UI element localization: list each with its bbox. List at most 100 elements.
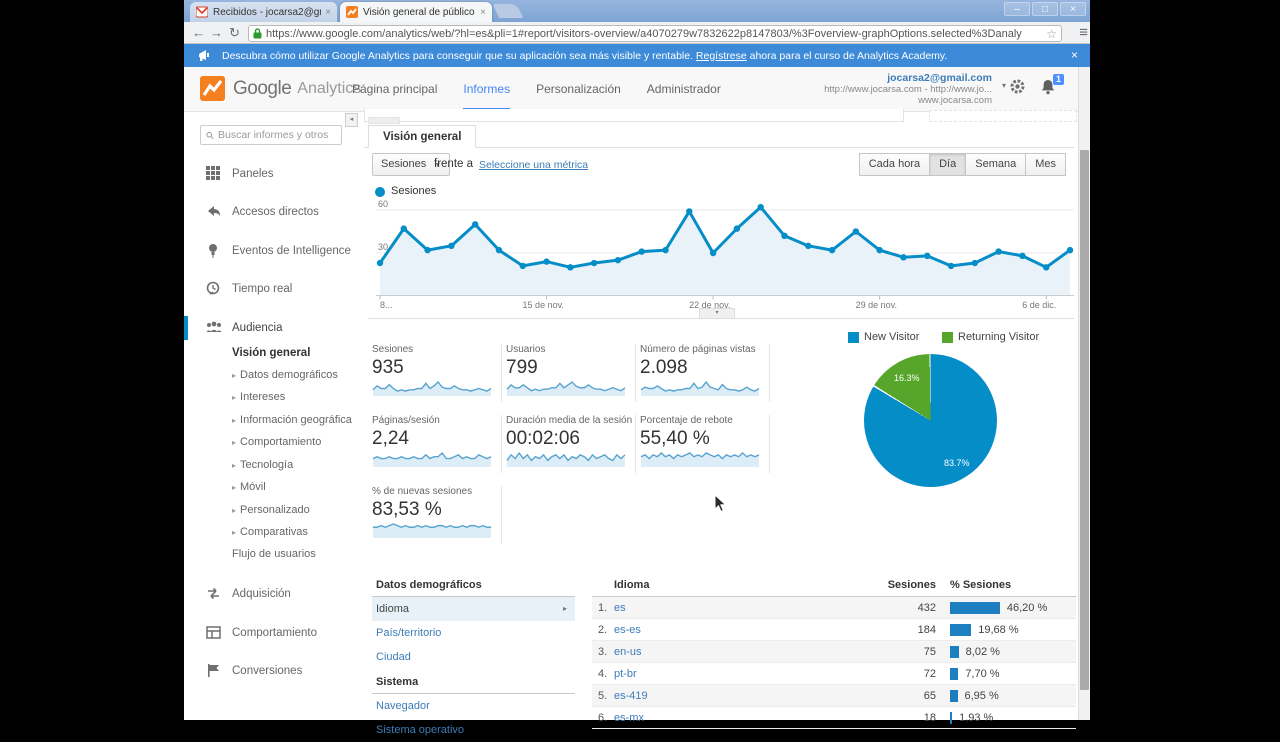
- language-link[interactable]: pt-br: [614, 668, 852, 680]
- table-row: 6. es-mx 18 1,93 %: [592, 707, 1076, 729]
- account-caret-icon[interactable]: ▾: [1002, 81, 1006, 90]
- language-link[interactable]: es-mx: [614, 712, 852, 724]
- sidebar-item-conversiones[interactable]: Conversiones: [184, 659, 360, 683]
- sidebar-item-información-geográfica[interactable]: ▸ Información geográfica: [232, 414, 352, 426]
- visitor-type-pie-chart[interactable]: [864, 354, 997, 487]
- sidebar-item-móvil[interactable]: ▸ Móvil: [232, 481, 266, 493]
- row-rank: 6.: [598, 711, 608, 724]
- demo-link-ciudad[interactable]: Ciudad: [372, 645, 575, 669]
- sidebar-item-comportamiento[interactable]: ▸ Comportamiento: [232, 436, 321, 448]
- browser-window: Recibidos - jocarsa2@gm... × Visión gene…: [184, 0, 1090, 736]
- sidebar-item-paneles[interactable]: Paneles: [184, 162, 360, 186]
- sidebar-collapse-icon[interactable]: ◂: [345, 113, 358, 127]
- col-idioma[interactable]: Idioma: [592, 579, 852, 591]
- new-tab-button[interactable]: [492, 4, 524, 18]
- tab-vision-general[interactable]: Visión general: [368, 125, 477, 148]
- banner-close-icon[interactable]: ×: [1071, 48, 1078, 62]
- demo-link-idioma[interactable]: Idioma ▸: [372, 597, 575, 621]
- metric-label: Número de páginas vistas: [640, 344, 756, 355]
- col-sesiones[interactable]: Sesiones: [852, 579, 936, 591]
- sidebar-search[interactable]: [200, 125, 342, 145]
- ga-top-nav: Página principal Informes Personalización A…: [352, 67, 721, 112]
- pie-legend-new[interactable]: New Visitor: [848, 331, 919, 343]
- sidebar-item-audiencia[interactable]: Audiencia: [184, 316, 360, 340]
- banner-register-link[interactable]: Regístrese: [696, 50, 747, 62]
- granularity-mes[interactable]: Mes: [1025, 153, 1066, 176]
- sidebar-item-vision-general[interactable]: Visión general: [232, 347, 310, 359]
- restore-button[interactable]: □: [1032, 2, 1058, 16]
- sessions-value: 75: [923, 645, 936, 658]
- granularity-cada-hora[interactable]: Cada hora: [858, 153, 931, 176]
- metric-label: Páginas/sesión: [372, 415, 440, 426]
- sidebar-item-tiempo-real[interactable]: Tiempo real: [184, 277, 360, 301]
- forward-button[interactable]: →: [210, 25, 223, 41]
- metric-card-5[interactable]: Duración media de la sesión 00:02:06: [506, 415, 636, 473]
- shortcuts-icon: [208, 206, 220, 216]
- page-scrollbar[interactable]: [1078, 67, 1090, 720]
- tab-close-icon[interactable]: ×: [480, 7, 486, 18]
- percent-value: 19,68 %: [978, 623, 1019, 636]
- language-link[interactable]: es-es: [614, 624, 852, 636]
- back-button[interactable]: ←: [192, 25, 205, 41]
- metric-value: 935: [372, 357, 404, 378]
- metric-value: 55,40 %: [640, 428, 710, 449]
- gmail-icon: [196, 6, 208, 18]
- demo-link-navegador[interactable]: Navegador: [372, 694, 575, 718]
- pie-legend-returning[interactable]: Returning Visitor: [942, 331, 1039, 343]
- demo-link-sistema-operativo[interactable]: Sistema operativo: [372, 718, 575, 742]
- select-metric-link[interactable]: Seleccione una métrica: [479, 159, 588, 171]
- language-link[interactable]: es: [614, 602, 852, 614]
- nav-personalización[interactable]: Personalización: [536, 67, 621, 112]
- sidebar-item-personalizado[interactable]: ▸ Personalizado: [232, 504, 310, 516]
- sidebar-item-comparativas[interactable]: ▸ Comparativas: [232, 526, 308, 538]
- col-pct-sesiones[interactable]: % Sesiones: [936, 579, 1076, 591]
- report-header-remnant: [364, 109, 904, 122]
- tab-analytics[interactable]: Visión general de público ×: [340, 2, 492, 22]
- reload-button[interactable]: ↻: [229, 25, 240, 41]
- sidebar-item-accesos-directos[interactable]: Accesos directos: [184, 200, 360, 224]
- metric-card-7[interactable]: % de nuevas sesiones 83,53 %: [372, 486, 502, 544]
- granularity-semana[interactable]: Semana: [965, 153, 1027, 176]
- sidebar-item-flujo-de-usuarios[interactable]: Flujo de usuarios: [232, 548, 316, 560]
- sidebar-item-adquisición[interactable]: Adquisición: [184, 582, 360, 606]
- granularity-día[interactable]: Día: [929, 153, 967, 176]
- legend-swatch-new-visitor: [848, 331, 859, 343]
- y-tick-label: 60: [378, 199, 389, 209]
- bookmark-star-icon[interactable]: ☆: [1046, 27, 1057, 41]
- metric-card-3[interactable]: Número de páginas vistas 2.098: [640, 344, 770, 402]
- metric-card-1[interactable]: Sesiones 935: [372, 344, 502, 402]
- sidebar-item-datos-demográficos[interactable]: ▸ Datos demográficos: [232, 369, 338, 381]
- nav-página-principal[interactable]: Página principal: [352, 67, 437, 112]
- chrome-menu-icon[interactable]: ≡: [1079, 24, 1088, 41]
- metric-label: Duración media de la sesión: [506, 415, 633, 426]
- language-link[interactable]: es-419: [614, 690, 852, 702]
- metric-card-6[interactable]: Porcentaje de rebote 55,40 %: [640, 415, 770, 473]
- percent-cell: 1,93 %: [936, 711, 1076, 724]
- address-bar[interactable]: https://www.google.com/analytics/web/?hl…: [248, 25, 1062, 42]
- close-button[interactable]: ×: [1060, 2, 1086, 16]
- chevron-right-icon: ▸: [232, 506, 237, 515]
- metric-card-2[interactable]: Usuarios 799: [506, 344, 636, 402]
- sidebar-item-comportamiento[interactable]: Comportamiento: [184, 621, 360, 645]
- gear-icon[interactable]: [1009, 78, 1026, 95]
- chart-collapse-handle[interactable]: ▾: [699, 308, 735, 319]
- table-row: 1. es 432 46,20 %: [592, 597, 1076, 619]
- sidebar-item-tecnología[interactable]: ▸ Tecnología: [232, 459, 293, 471]
- sessions-line-chart[interactable]: [376, 200, 1074, 300]
- tab-gmail[interactable]: Recibidos - jocarsa2@gm... ×: [190, 2, 337, 22]
- sidebar-item-intereses[interactable]: ▸ Intereses: [232, 391, 285, 403]
- x-tick-label: 15 de nov.: [522, 300, 564, 310]
- scrollbar-thumb[interactable]: [1080, 150, 1089, 690]
- demo-link-país-territorio[interactable]: País/territorio: [372, 621, 575, 645]
- section-title: Datos demográficos: [372, 576, 575, 597]
- minimize-button[interactable]: –: [1004, 2, 1030, 16]
- account-info[interactable]: jocarsa2@gmail.com http://www.jocarsa.co…: [824, 73, 992, 107]
- nav-administrador[interactable]: Administrador: [647, 67, 721, 112]
- language-link[interactable]: en-us: [614, 646, 852, 658]
- metric-card-4[interactable]: Páginas/sesión 2,24: [372, 415, 502, 473]
- nav-informes[interactable]: Informes: [463, 67, 510, 112]
- vs-label: frente a: [434, 158, 473, 170]
- sidebar-item-eventos-de-intelligence[interactable]: Eventos de Intelligence: [184, 239, 360, 263]
- search-input[interactable]: [218, 129, 336, 141]
- tab-close-icon[interactable]: ×: [325, 7, 331, 18]
